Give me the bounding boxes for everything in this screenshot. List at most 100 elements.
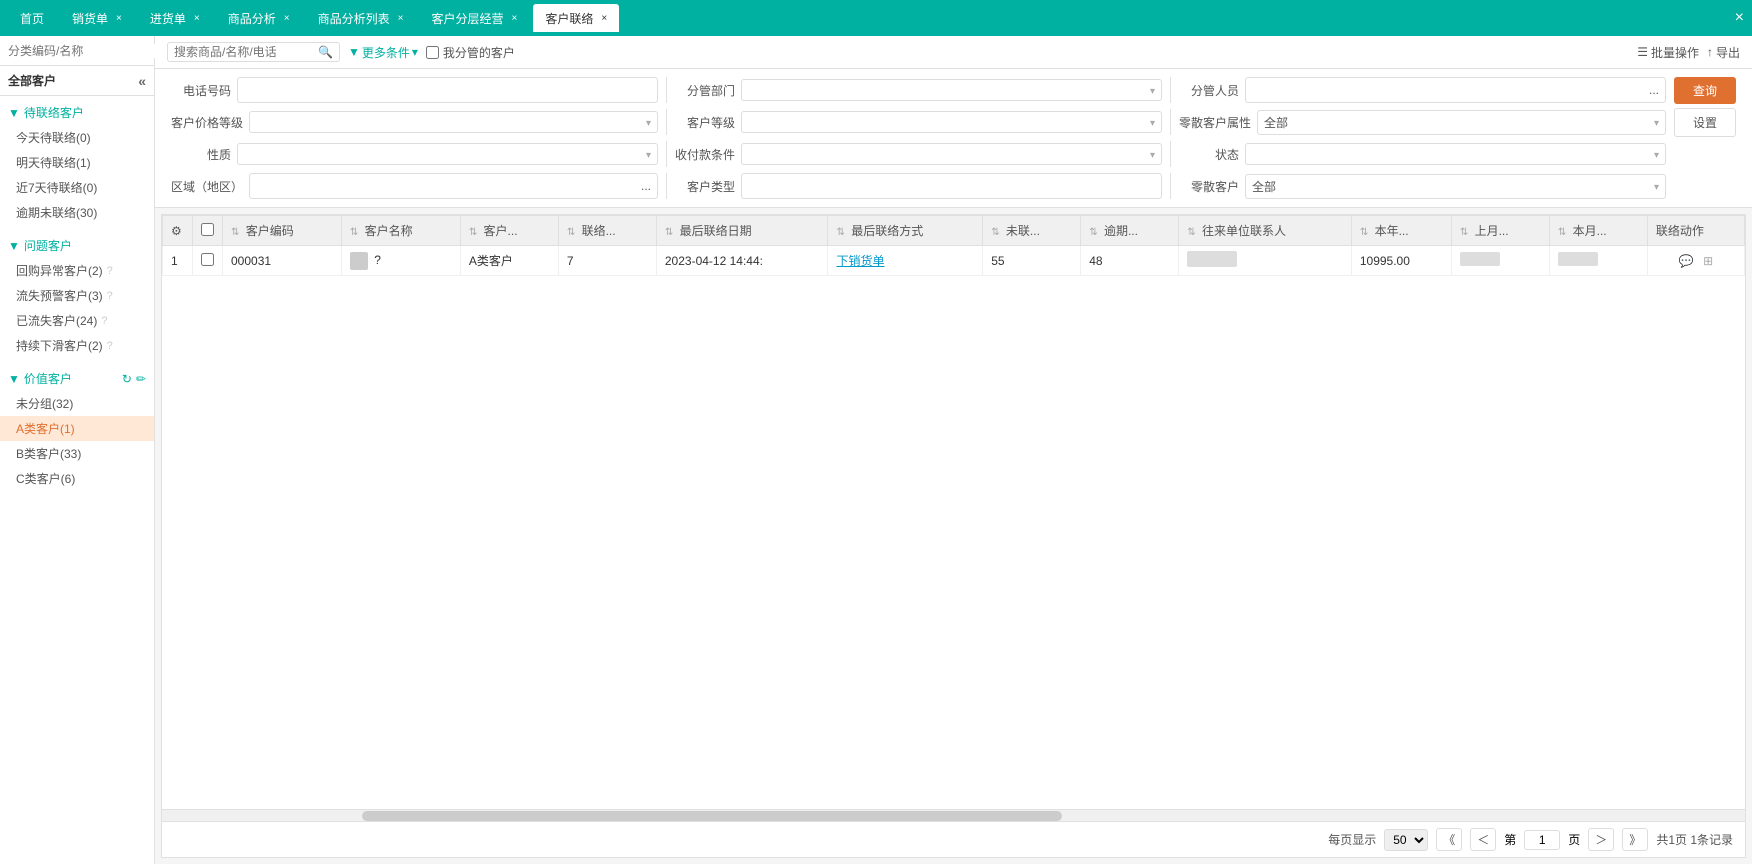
close-icon[interactable]: × <box>116 13 122 24</box>
payment-select[interactable] <box>741 143 1162 165</box>
page-size-select[interactable]: 50 <box>1384 829 1428 851</box>
dept-select[interactable] <box>741 79 1162 101</box>
settings-button[interactable]: 设置 <box>1674 108 1736 137</box>
col-last-date[interactable]: 最后联络日期 <box>656 216 828 246</box>
row-not-contacted: 55 <box>983 246 1081 276</box>
nav-tab-customer-contact[interactable]: 客户联络 × <box>533 4 619 32</box>
sidebar-section-title-problem: ▼ 问题客户 <box>0 233 154 258</box>
table-wrap[interactable]: ⚙ 客户编码 客户名称 <box>162 215 1745 809</box>
gear-icon[interactable]: ⚙ <box>171 224 182 238</box>
retail-label: 零散客户 <box>1179 178 1239 195</box>
retail-attr-label: 零散客户属性 <box>1179 114 1251 131</box>
col-current-year[interactable]: 本年... <box>1351 216 1451 246</box>
col-contact-count[interactable]: 联络... <box>558 216 656 246</box>
close-icon[interactable]: × <box>194 13 200 24</box>
sidebar-item-a-class[interactable]: A类客户(1) <box>0 416 154 441</box>
col-last-month[interactable]: 上月... <box>1451 216 1549 246</box>
edit-icon[interactable]: ✏ <box>136 372 146 386</box>
nav-tab-home[interactable]: 首页 <box>8 4 56 32</box>
col-checkbox[interactable] <box>193 216 223 246</box>
sidebar-item-7days[interactable]: 近7天待联络(0) <box>0 175 154 200</box>
region-dots[interactable]: ... <box>249 173 658 199</box>
retail-attr-select[interactable]: 全部 <box>1257 110 1666 135</box>
col-current-month[interactable]: 本月... <box>1549 216 1647 246</box>
filter-retail: 零散客户 全部 <box>1179 174 1666 199</box>
prev-page-btn[interactable]: ＜ <box>1470 828 1496 851</box>
more-conditions-btn[interactable]: ▼ 更多条件 ▾ <box>348 44 418 61</box>
sidebar-search-input[interactable] <box>8 44 163 58</box>
retail-select[interactable]: 全部 <box>1245 174 1666 199</box>
row-last-date: 2023-04-12 14:44: <box>656 246 828 276</box>
row-last-method[interactable]: 下销货单 <box>828 246 983 276</box>
person-dots[interactable]: ... <box>1245 77 1666 103</box>
close-icon[interactable]: × <box>601 13 607 24</box>
customer-level-label: 客户等级 <box>675 114 735 131</box>
sidebar-item-overdue[interactable]: 逾期未联络(30) <box>0 200 154 225</box>
col-contact-person[interactable]: 往来单位联系人 <box>1179 216 1352 246</box>
main-search-input[interactable] <box>174 45 314 59</box>
sidebar-item-today[interactable]: 今天待联络(0) <box>0 125 154 150</box>
nav-tab-analysis[interactable]: 商品分析 × <box>216 4 302 32</box>
sidebar-item-churned[interactable]: 已流失客户(24) ? <box>0 308 154 333</box>
col-last-method[interactable]: 最后联络方式 <box>828 216 983 246</box>
price-level-select[interactable] <box>249 111 658 133</box>
sidebar-item-churn-warning[interactable]: 流失预警客户(3) ? <box>0 283 154 308</box>
sidebar-all-customers[interactable]: 全部客户 « <box>0 66 154 96</box>
sort-icon <box>836 224 847 238</box>
customer-type-input[interactable] <box>741 173 1162 199</box>
phone-input[interactable] <box>237 77 658 103</box>
window-close-button[interactable]: × <box>1735 9 1744 27</box>
chat-icon[interactable]: 💬 <box>1679 254 1694 268</box>
col-gear[interactable]: ⚙ <box>163 216 193 246</box>
sidebar-item-tomorrow[interactable]: 明天待联络(1) <box>0 150 154 175</box>
row-current-year: 10995.00 <box>1351 246 1451 276</box>
sidebar-section-title-pending: ▼ 待联络客户 <box>0 100 154 125</box>
close-icon[interactable]: × <box>511 13 517 24</box>
row-checkbox[interactable] <box>201 253 214 266</box>
sidebar-item-declining[interactable]: 持续下滑客户(2) ? <box>0 333 154 358</box>
grid-icon[interactable]: ⊞ <box>1703 254 1713 268</box>
row-checkbox-cell[interactable] <box>193 246 223 276</box>
close-icon[interactable]: × <box>284 13 290 24</box>
last-page-btn[interactable]: 》 <box>1622 828 1648 851</box>
select-all-checkbox[interactable] <box>201 223 214 236</box>
nav-tab-sales[interactable]: 销货单 × <box>60 4 134 32</box>
filter-icon: ▼ <box>348 45 360 59</box>
col-not-contacted[interactable]: 未联... <box>983 216 1081 246</box>
dept-label: 分管部门 <box>675 82 735 99</box>
col-type[interactable]: 客户... <box>460 216 558 246</box>
page-number-input[interactable] <box>1524 830 1560 850</box>
nav-tab-purchase[interactable]: 进货单 × <box>138 4 212 32</box>
sort-icon <box>469 224 480 238</box>
refresh-icon[interactable]: ↻ <box>122 372 132 386</box>
filter-row-1: 电话号码 分管部门 分管人员 <box>171 77 1666 103</box>
first-page-btn[interactable]: 《 <box>1436 828 1462 851</box>
col-actions[interactable]: 联络动作 <box>1647 216 1744 246</box>
nav-tab-customer-segment[interactable]: 客户分层经营 × <box>419 4 529 32</box>
filter-row-2: 客户价格等级 客户等级 <box>171 109 1666 135</box>
h-scrollbar-thumb[interactable] <box>362 811 1062 821</box>
sidebar-item-c-class[interactable]: C类客户(6) <box>0 466 154 491</box>
row-contact-count: 7 <box>558 246 656 276</box>
col-name[interactable]: 客户名称 <box>341 216 460 246</box>
close-icon[interactable]: × <box>398 13 404 24</box>
sidebar-collapse-icon[interactable]: « <box>138 73 146 89</box>
customer-level-select[interactable] <box>741 111 1162 133</box>
chevron-icon <box>1654 115 1659 129</box>
row-contact-person <box>1179 246 1352 276</box>
nature-select[interactable] <box>237 143 658 165</box>
status-select[interactable] <box>1245 143 1666 165</box>
h-scrollbar[interactable] <box>162 809 1745 821</box>
main-search-icon[interactable]: 🔍 <box>318 45 333 59</box>
export-link[interactable]: ↑ 导出 <box>1707 44 1740 61</box>
nav-tab-analysis-list[interactable]: 商品分析列表 × <box>306 4 416 32</box>
my-customers-checkbox[interactable] <box>426 46 439 59</box>
bulk-action-link[interactable]: ☰ 批量操作 <box>1637 44 1699 61</box>
col-code[interactable]: 客户编码 <box>223 216 342 246</box>
col-overdue[interactable]: 逾期... <box>1081 216 1179 246</box>
sidebar-item-b-class[interactable]: B类客户(33) <box>0 441 154 466</box>
query-button[interactable]: 查询 <box>1674 77 1736 104</box>
sidebar-item-repurchase[interactable]: 回购异常客户(2) ? <box>0 258 154 283</box>
sidebar-item-ungrouped[interactable]: 未分组(32) <box>0 391 154 416</box>
next-page-btn[interactable]: ＞ <box>1588 828 1614 851</box>
